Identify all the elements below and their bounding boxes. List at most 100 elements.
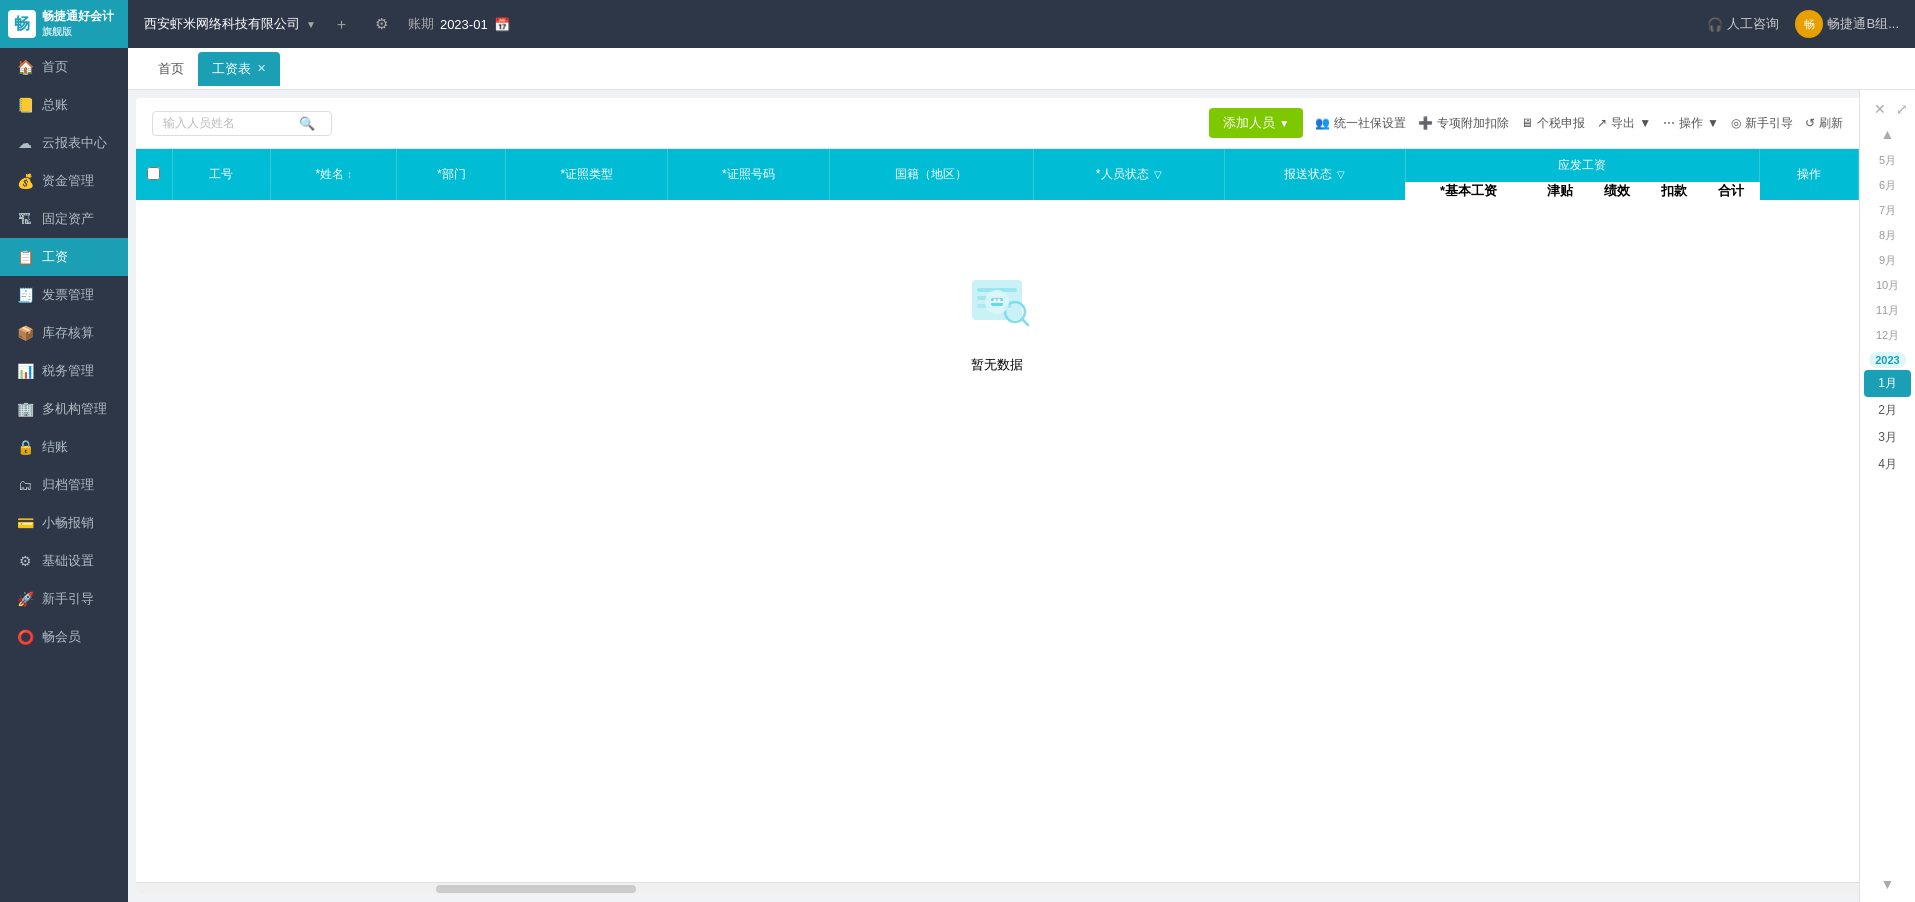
th-id: 工号 (172, 149, 271, 200)
month-next-button[interactable]: ▼ (1878, 874, 1898, 894)
support-button[interactable]: 🎧 人工咨询 (1707, 15, 1779, 33)
empty-icon (957, 260, 1037, 340)
refresh-button[interactable]: ↺ 刷新 (1805, 115, 1843, 132)
month-item-12[interactable]: 12月 (1860, 323, 1915, 348)
sidebar-item-label: 总账 (42, 96, 68, 114)
scrollbar-thumb[interactable] (436, 885, 636, 893)
empty-text: 暂无数据 (971, 356, 1023, 374)
period-value: 2023-01 (440, 17, 488, 32)
guide-icon: 🚀 (16, 591, 34, 607)
operations-icon: ⋯ (1663, 116, 1675, 130)
tab-home[interactable]: 首页 (144, 52, 198, 86)
month-item-4[interactable]: 4月 (1860, 451, 1915, 478)
toolbar-actions: 添加人员 ▼ 👥 统一社保设置 ➕ 专项附加扣除 (1209, 108, 1843, 138)
search-box[interactable]: 🔍 (152, 111, 332, 136)
sidebar-item-cloud[interactable]: ☁ 云报表中心 (0, 124, 128, 162)
month-item-1[interactable]: 1月 (1864, 370, 1911, 397)
empty-state: 暂无数据 (136, 200, 1859, 434)
sidebar-item-ledger[interactable]: 📒 总账 (0, 86, 128, 124)
guide-button[interactable]: ◎ 新手引导 (1731, 115, 1793, 132)
sidebar-item-home[interactable]: 🏠 首页 (0, 48, 128, 86)
member-icon: ⭕ (16, 629, 34, 645)
th-allowance: 津贴 (1531, 182, 1588, 200)
th-dept: *部门 (397, 149, 506, 200)
tab-close-icon[interactable]: ✕ (257, 62, 266, 75)
sidebar-item-salary[interactable]: 📋 工资 (0, 238, 128, 276)
sidebar-item-label: 小畅报销 (42, 514, 94, 532)
operations-dropdown-icon: ▼ (1707, 116, 1719, 130)
settings-icon[interactable]: ⚙ (368, 10, 396, 38)
month-item-2[interactable]: 2月 (1860, 397, 1915, 424)
svg-line-5 (1022, 319, 1028, 325)
company-name: 西安虾米网络科技有限公司 (144, 15, 300, 33)
sidebar-item-settings[interactable]: ⚙ 基础设置 (0, 542, 128, 580)
user-menu[interactable]: 畅 畅捷通B组... (1795, 10, 1899, 38)
sidebar-item-inventory[interactable]: 📦 库存核算 (0, 314, 128, 352)
sidebar-item-member[interactable]: ⭕ 畅会员 (0, 618, 128, 656)
avatar: 畅 (1795, 10, 1823, 38)
month-item-9[interactable]: 9月 (1860, 248, 1915, 273)
tab-salary-label: 工资表 (212, 60, 251, 78)
month-panel: ✕ ⤢ ▲ 5月 6月 7月 8月 9月 10月 11月 12月 2023 (1859, 90, 1915, 902)
month-item-8[interactable]: 8月 (1860, 223, 1915, 248)
export-dropdown-icon: ▼ (1639, 116, 1651, 130)
operations-label: 操作 (1679, 115, 1703, 132)
sidebar-item-invoice[interactable]: 🧾 发票管理 (0, 276, 128, 314)
logo-text-block: 畅捷通好会计 旗舰版 (42, 9, 114, 39)
sidebar-item-assets[interactable]: 🏗 固定资产 (0, 200, 128, 238)
th-cert-type: *证照类型 (506, 149, 668, 200)
tabbar: 首页 工资表 ✕ (128, 48, 1915, 90)
add-company-button[interactable]: ＋ (328, 10, 356, 38)
sidebar-item-guide[interactable]: 🚀 新手引导 (0, 580, 128, 618)
empty-state-row: 暂无数据 (136, 200, 1859, 434)
year-badge: 2023 (1869, 352, 1905, 368)
th-status[interactable]: *人员状态 ▽ (1033, 149, 1224, 200)
month-prev-button[interactable]: ▲ (1878, 124, 1898, 144)
month-item-6[interactable]: 6月 (1860, 173, 1915, 198)
sidebar-item-close[interactable]: 🔒 结账 (0, 428, 128, 466)
sidebar-item-archive[interactable]: 🗂 归档管理 (0, 466, 128, 504)
search-input[interactable] (163, 116, 293, 130)
report-filter-icon[interactable]: ▽ (1337, 169, 1345, 180)
status-filter-icon[interactable]: ▽ (1154, 169, 1162, 180)
th-cert-no: *证照号码 (668, 149, 830, 200)
logo-sub: 旗舰版 (42, 25, 114, 39)
period-label: 账期 (408, 15, 434, 33)
special-deduction-button[interactable]: ➕ 专项附加扣除 (1418, 115, 1509, 132)
sidebar-item-multi[interactable]: 🏢 多机构管理 (0, 390, 128, 428)
sidebar-item-tax[interactable]: 📊 税务管理 (0, 352, 128, 390)
social-security-button[interactable]: 👥 统一社保设置 (1315, 115, 1406, 132)
personal-tax-button[interactable]: 🖥 个税申报 (1521, 115, 1585, 132)
month-item-5[interactable]: 5月 (1860, 148, 1915, 173)
th-name[interactable]: *姓名 (271, 149, 397, 200)
add-person-label: 添加人员 (1223, 114, 1275, 132)
sidebar-item-label: 固定资产 (42, 210, 94, 228)
month-item-3[interactable]: 3月 (1860, 424, 1915, 451)
salary-table: 工号 *姓名 *部门 *证照类型 *证照号码 国籍（地区） *人员状态 ▽ 报送… (136, 149, 1859, 434)
panel-close-button[interactable]: ✕ (1871, 100, 1889, 118)
company-dropdown-icon: ▼ (306, 19, 316, 30)
checkbox-header[interactable] (136, 149, 172, 200)
salary-icon: 📋 (16, 249, 34, 265)
table-wrap: 工号 *姓名 *部门 *证照类型 *证照号码 国籍（地区） *人员状态 ▽ 报送… (136, 149, 1859, 882)
calendar-icon[interactable]: 📅 (494, 17, 510, 32)
personal-tax-label: 个税申报 (1537, 115, 1585, 132)
refresh-icon: ↺ (1805, 116, 1815, 130)
sidebar-item-expense[interactable]: 💳 小畅报销 (0, 504, 128, 542)
select-all-checkbox[interactable] (147, 167, 160, 180)
operations-button[interactable]: ⋯ 操作 ▼ (1663, 115, 1719, 132)
month-item-10[interactable]: 10月 (1860, 273, 1915, 298)
th-report-status[interactable]: 报送状态 ▽ (1224, 149, 1405, 200)
month-item-7[interactable]: 7月 (1860, 198, 1915, 223)
company-selector[interactable]: 西安虾米网络科技有限公司 ▼ (144, 15, 316, 33)
sidebar-item-capital[interactable]: 💰 资金管理 (0, 162, 128, 200)
salary-toolbar: 🔍 添加人员 ▼ 👥 统一社保设置 (136, 98, 1859, 149)
export-button[interactable]: ↗ 导出 ▼ (1597, 115, 1651, 132)
panel-maximize-button[interactable]: ⤢ (1893, 100, 1911, 118)
export-label: 导出 (1611, 115, 1635, 132)
add-person-button[interactable]: 添加人员 ▼ (1209, 108, 1303, 138)
tab-salary[interactable]: 工资表 ✕ (198, 52, 280, 86)
month-item-11[interactable]: 11月 (1860, 298, 1915, 323)
tab-home-label: 首页 (158, 60, 184, 78)
horizontal-scrollbar[interactable] (136, 882, 1859, 894)
